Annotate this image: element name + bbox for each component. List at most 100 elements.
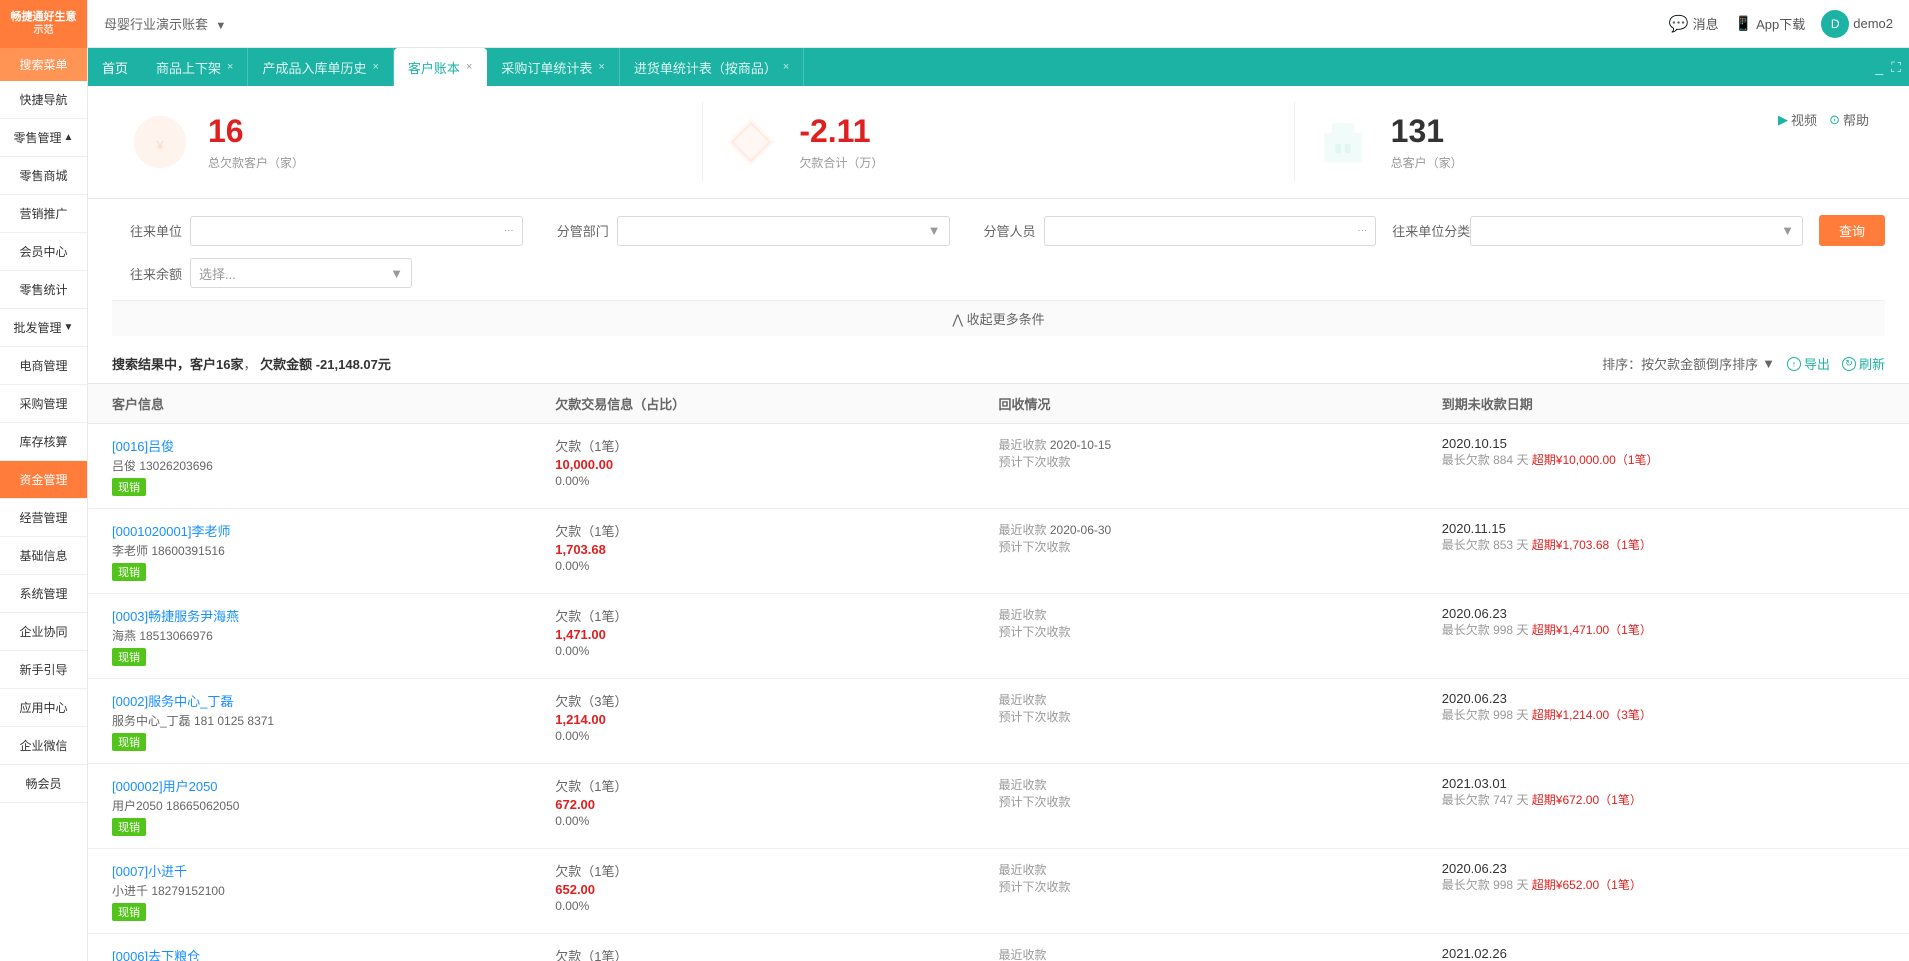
customer-badge-3: 现销 (112, 648, 146, 666)
refresh-button[interactable]: ↻ 刷新 (1842, 354, 1885, 373)
total-customers-count: 131 (1391, 113, 1463, 150)
stat-icon-money: ¥ (128, 110, 192, 174)
due-info-1: 2020.10.15 最长欠款 884 天 超期¥10,000.00（1笔） (1442, 436, 1885, 468)
from-unit-label: 往来单位 (112, 221, 182, 240)
close-tab-customer-ledger[interactable]: × (466, 61, 472, 73)
debt-info-1: 欠款（1笔） 10,000.00 0.00% (555, 436, 998, 488)
sidebar-item-quick-nav[interactable]: 快捷导航 (0, 81, 87, 119)
tab-home[interactable]: 首页 (88, 48, 142, 86)
dept-label: 分管部门 (539, 221, 609, 240)
customer-name-link-3[interactable]: [0003]畅捷服务尹海燕 (112, 606, 555, 625)
app-download-button[interactable]: 📱 App下载 (1735, 14, 1806, 33)
table-row: [0016]吕俊 吕俊 13026203696 现销 欠款（1笔） 10,000… (88, 424, 1909, 509)
sidebar-item-purchase[interactable]: 采购管理 (0, 385, 87, 423)
sidebar-item-marketing[interactable]: 营销推广 (0, 195, 87, 233)
help-icon: ⊙ (1829, 112, 1840, 128)
topbar-right: 💬 消息 📱 App下载 D demo2 (1669, 10, 1893, 38)
close-tab-purchase-stats[interactable]: × (598, 61, 604, 73)
customer-name-link-2[interactable]: [0001020001]李老师 (112, 521, 555, 540)
minimize-icon[interactable]: _ (1875, 59, 1883, 75)
search-menu-button[interactable]: 搜索菜单 (0, 48, 87, 81)
overdue-link-6[interactable]: 超期¥652.00（1笔） (1532, 878, 1642, 892)
customer-name-link-6[interactable]: [0007]小进千 (112, 861, 555, 880)
table-header: 客户信息 欠款交易信息（占比） 回收情况 到期未收款日期 (88, 384, 1909, 424)
customer-name-link-5[interactable]: [000002]用户2050 (112, 776, 555, 795)
overdue-link-3[interactable]: 超期¥1,471.00（1笔） (1532, 623, 1652, 637)
sidebar-item-finance[interactable]: 资金管理 (0, 461, 87, 499)
query-button[interactable]: 查询 (1819, 215, 1885, 246)
customer-info-2: [0001020001]李老师 李老师 18600391516 现销 (112, 521, 555, 581)
message-icon: 💬 (1669, 14, 1689, 34)
message-button[interactable]: 💬 消息 (1669, 14, 1719, 34)
sidebar-item-system[interactable]: 系统管理 (0, 575, 87, 613)
sidebar-item-ecommerce[interactable]: 电商管理 (0, 347, 87, 385)
sidebar-item-operations[interactable]: 经营管理 (0, 499, 87, 537)
balance-select[interactable]: 选择... ▼ (190, 258, 412, 288)
sort-button[interactable]: 排序：按欠款金额倒序排序 ▼ (1602, 354, 1775, 373)
unit-type-dropdown-icon: ▼ (1781, 223, 1794, 238)
customer-info-1: [0016]吕俊 吕俊 13026203696 现销 (112, 436, 555, 496)
from-unit-input[interactable]: ··· (190, 216, 523, 246)
sidebar-item-retail-mall[interactable]: 零售商城 (0, 157, 87, 195)
debt-info-6: 欠款（1笔） 652.00 0.00% (555, 861, 998, 913)
collect-info-7: 最近收款 预计下次收款 (999, 946, 1442, 961)
due-info-2: 2020.11.15 最长欠款 853 天 超期¥1,703.68（1笔） (1442, 521, 1885, 553)
overdue-link-1[interactable]: 超期¥10,000.00（1笔） (1532, 453, 1659, 467)
tab-finished-goods[interactable]: 产成品入库单历史 × (248, 48, 393, 86)
sidebar-item-retail-stats[interactable]: 零售统计 (0, 271, 87, 309)
sort-label: 排序：按欠款金额倒序排序 (1602, 354, 1758, 373)
collect-info-4: 最近收款 预计下次收款 (999, 691, 1442, 725)
customer-name-link-7[interactable]: [0006]去下粮仓 (112, 946, 555, 961)
collect-info-1: 最近收款 2020-10-15 预计下次收款 (999, 436, 1442, 470)
close-tab-goods-stats[interactable]: × (783, 61, 789, 73)
sidebar-item-basic-info[interactable]: 基础信息 (0, 537, 87, 575)
sidebar-item-cooperation[interactable]: 企业协同 (0, 613, 87, 651)
sidebar-item-app-center[interactable]: 应用中心 (0, 689, 87, 727)
collect-info-5: 最近收款 预计下次收款 (999, 776, 1442, 810)
maximize-icon[interactable]: ⛶ (1891, 59, 1901, 76)
export-button[interactable]: ↑ 导出 (1787, 354, 1830, 373)
from-unit-dots-icon: ··· (504, 225, 514, 236)
sidebar-item-wholesale-mgmt[interactable]: 批发管理 ▼ (0, 309, 87, 347)
sidebar-item-enterprise-wechat[interactable]: 企业微信 (0, 727, 87, 765)
overdue-link-4[interactable]: 超期¥1,214.00（3笔） (1532, 708, 1652, 722)
person-input[interactable]: ··· (1044, 216, 1377, 246)
customer-name-link-4[interactable]: [0002]服务中心_丁磊 (112, 691, 555, 710)
total-customers-label: 总客户（家） (1391, 154, 1463, 171)
tab-purchase-order-stats[interactable]: 采购订单统计表 × (487, 48, 619, 86)
collapse-bar[interactable]: ⋀ 收起更多条件 (112, 300, 1885, 336)
tab-customer-ledger[interactable]: 客户账本 × (394, 48, 487, 86)
play-icon: ▶ (1778, 112, 1788, 128)
due-info-6: 2020.06.23 最长欠款 998 天 超期¥652.00（1笔） (1442, 861, 1885, 893)
svg-text:¥: ¥ (156, 138, 164, 152)
sidebar-item-chang-member[interactable]: 畅会员 (0, 765, 87, 803)
dept-select[interactable]: ▼ (617, 216, 950, 246)
customer-badge-2: 现销 (112, 563, 146, 581)
customer-badge-4: 现销 (112, 733, 146, 751)
customer-name-link-1[interactable]: [0016]吕俊 (112, 436, 555, 455)
close-tab-product-listing[interactable]: × (227, 61, 233, 73)
export-icon: ↑ (1787, 357, 1801, 371)
sidebar-item-retail-mgmt[interactable]: 零售管理 ▲ (0, 119, 87, 157)
due-info-5: 2021.03.01 最长欠款 747 天 超期¥672.00（1笔） (1442, 776, 1885, 808)
help-button[interactable]: ⊙ 帮助 (1829, 110, 1869, 129)
tab-goods-stats[interactable]: 进货单统计表（按商品） × (620, 48, 804, 86)
tab-product-listing[interactable]: 商品上下架 × (142, 48, 248, 86)
debt-total-amount: -2.11 (799, 113, 883, 150)
video-help-button[interactable]: ▶ 视频 (1778, 110, 1817, 129)
filter-row-1: 往来单位 ··· 分管部门 ▼ 分管人员 (112, 215, 1885, 246)
debt-info-2: 欠款（1笔） 1,703.68 0.00% (555, 521, 998, 573)
stat-info-debt-total: -2.11 欠款合计（万） (799, 113, 883, 171)
overdue-link-2[interactable]: 超期¥1,703.68（1笔） (1532, 538, 1652, 552)
user-profile[interactable]: D demo2 (1821, 10, 1893, 38)
overdue-link-5[interactable]: 超期¥672.00（1笔） (1532, 793, 1642, 807)
unit-type-select[interactable]: ▼ (1470, 216, 1803, 246)
close-tab-finished-goods[interactable]: × (372, 61, 378, 73)
sidebar-item-guide[interactable]: 新手引导 (0, 651, 87, 689)
sidebar: 畅捷通好生意 示范 搜索菜单 快捷导航 零售管理 ▲ 零售商城 营销推广 会员中… (0, 0, 88, 961)
sidebar-item-inventory[interactable]: 库存核算 (0, 423, 87, 461)
customer-info-7: [0006]去下粮仓 陈小南 现销 (112, 946, 555, 961)
due-info-7: 2021.02.26 最长欠款 750 天 超期¥455.90（1笔） (1442, 946, 1885, 961)
customer-badge-1: 现销 (112, 478, 146, 496)
sidebar-item-member-center[interactable]: 会员中心 (0, 233, 87, 271)
